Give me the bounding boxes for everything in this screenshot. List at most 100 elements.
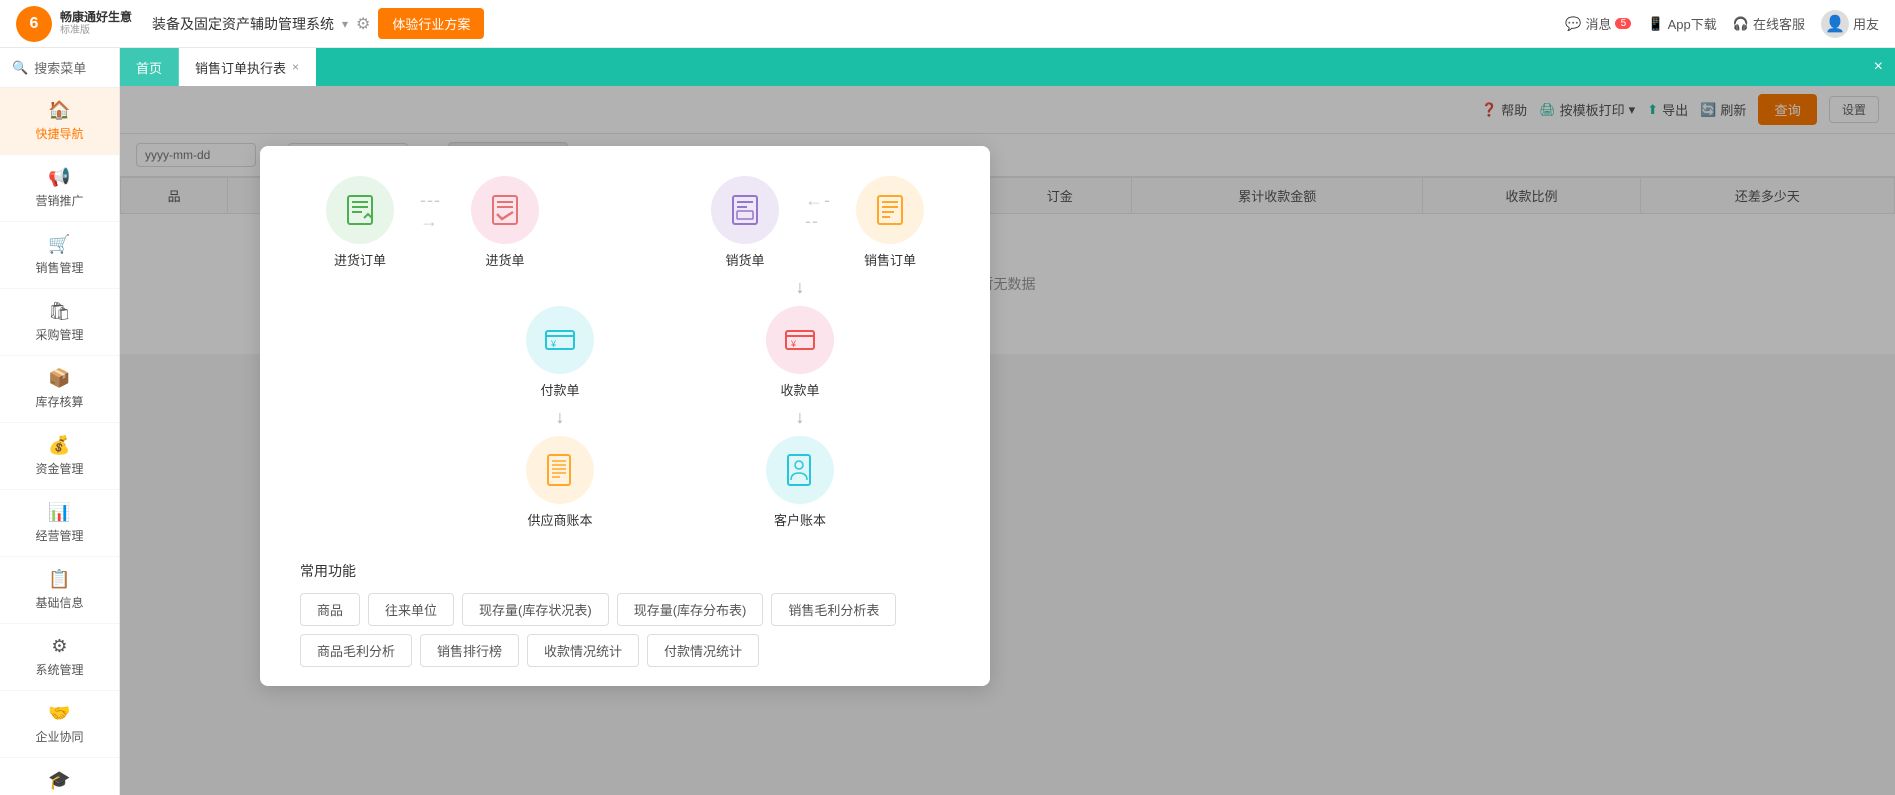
tab-close-icon[interactable]: ×: [292, 60, 299, 74]
func-btn-sales-ranking[interactable]: 销售排行榜: [420, 634, 519, 667]
purchase-bill-circle: [471, 176, 539, 244]
receipt-bill-circle: ¥: [766, 306, 834, 374]
sidebar-item-marketing[interactable]: 📢 营销推广: [0, 155, 119, 222]
func-btn-product-gross[interactable]: 商品毛利分析: [300, 634, 412, 667]
flow-arrows-down-1: ↓: [300, 277, 950, 298]
basic-info-icon: 📋: [48, 569, 70, 590]
logo-area: 6 畅康通好生意 标准版: [16, 6, 136, 42]
arrow-po-to-pb: - - - →: [420, 190, 445, 256]
user-avatar: 👤: [1821, 10, 1849, 38]
trial-button[interactable]: 体验行业方案: [378, 8, 484, 39]
func-btn-stock-dist[interactable]: 现存量(库存分布表): [617, 593, 764, 626]
flow-arrows-down-2: ↓ ↓: [300, 407, 950, 428]
sales-icon: 🛒: [48, 234, 70, 255]
func-btn-payment-stats[interactable]: 付款情况统计: [647, 634, 759, 667]
user-area[interactable]: 👤 用友: [1821, 10, 1879, 38]
common-functions: 常用功能 商品 往来单位 现存量(库存状况表) 现存量(库存分布表) 销售毛利分…: [300, 561, 950, 667]
message-badge: 5: [1615, 18, 1631, 29]
sales-order-icon: [872, 192, 908, 228]
quick-nav-icon: 🏠: [48, 100, 70, 121]
user-name: 用友: [1853, 14, 1879, 33]
func-btn-sales-gross[interactable]: 销售毛利分析表: [771, 593, 896, 626]
sidebar-item-purchase[interactable]: 🛍 采购管理: [0, 289, 119, 356]
modal-overlay: 进货订单 - - - →: [120, 86, 1895, 795]
tab-bar: 首页 销售订单执行表 × ×: [120, 48, 1895, 86]
sidebar-item-basic-info[interactable]: 📋 基础信息: [0, 557, 119, 624]
arrow-so-to-sb: ← - - -: [805, 190, 830, 256]
purchase-icon: 🛍: [48, 301, 71, 322]
tab-bar-close-icon[interactable]: ×: [1874, 58, 1883, 76]
message-icon: 💬: [1565, 16, 1581, 32]
func-btn-stock-status[interactable]: 现存量(库存状况表): [462, 593, 609, 626]
common-functions-title: 常用功能: [300, 561, 950, 581]
svg-text:¥: ¥: [550, 339, 557, 349]
app-download-button[interactable]: 📱 App下载: [1647, 14, 1716, 33]
supplier-ledger-label: 供应商账本: [527, 510, 592, 529]
receipt-bill-node[interactable]: ¥ 收款单: [740, 306, 860, 399]
system-title-area: 装备及固定资产辅助管理系统 ▾ ⚙ 体验行业方案: [152, 8, 1565, 39]
top-bar: 6 畅康通好生意 标准版 装备及固定资产辅助管理系统 ▾ ⚙ 体验行业方案 💬 …: [0, 0, 1895, 48]
online-service-button[interactable]: 🎧 在线客服: [1733, 14, 1805, 33]
payment-bill-label: 付款单: [540, 380, 579, 399]
svg-text:¥: ¥: [790, 339, 797, 349]
sidebar-item-newbie[interactable]: 🎓 新手引导: [0, 758, 119, 795]
sidebar-item-quick-nav[interactable]: 🏠 快捷导航: [0, 88, 119, 155]
sidebar-item-operations[interactable]: 📊 经营管理: [0, 490, 119, 557]
flow-row-3: 供应商账本: [300, 436, 950, 529]
search-menu[interactable]: 🔍 搜索菜单: [0, 48, 119, 88]
tab-home[interactable]: 首页: [120, 48, 179, 86]
purchase-order-label: 进货订单: [334, 250, 386, 269]
sales-bill-icon: [727, 192, 763, 228]
finance-icon: 💰: [48, 435, 70, 456]
page-content: ❓ 帮助 🖨 按模板打印 ▾ ⬆ 导出 🔄 刷新 查询 设置: [120, 86, 1895, 795]
arrow-down-rec: ↓: [740, 407, 860, 428]
func-btn-product[interactable]: 商品: [300, 593, 360, 626]
service-icon: 🎧: [1733, 16, 1749, 32]
purchase-bill-label: 进货单: [485, 250, 524, 269]
sidebar-item-inventory[interactable]: 📦 库存核算: [0, 356, 119, 423]
sidebar-item-sales[interactable]: 🛒 销售管理: [0, 222, 119, 289]
arrow-down-pay: ↓: [500, 407, 620, 428]
top-right: 💬 消息 5 📱 App下载 🎧 在线客服 👤 用友: [1565, 10, 1879, 38]
sidebar-item-sys-mgmt[interactable]: ⚙ 系统管理: [0, 624, 119, 691]
gear-icon[interactable]: ⚙: [356, 14, 370, 34]
supplier-ledger-icon: [542, 452, 578, 488]
purchase-bill-icon: [487, 192, 523, 228]
dropdown-arrow-icon[interactable]: ▾: [342, 17, 348, 31]
receipt-bill-label: 收款单: [780, 380, 819, 399]
purchase-bill-node[interactable]: 进货单: [445, 176, 565, 269]
func-btn-partners[interactable]: 往来单位: [368, 593, 454, 626]
sys-mgmt-icon: ⚙: [51, 636, 67, 657]
system-title: 装备及固定资产辅助管理系统: [152, 14, 334, 34]
operations-icon: 📊: [48, 502, 70, 523]
payment-bill-icon: ¥: [542, 322, 578, 358]
message-button[interactable]: 💬 消息 5: [1565, 14, 1631, 33]
purchase-order-circle: [326, 176, 394, 244]
sidebar-item-enterprise[interactable]: 🤝 企业协同: [0, 691, 119, 758]
tab-sales-order-exec[interactable]: 销售订单执行表 ×: [179, 48, 316, 86]
customer-ledger-icon: [782, 452, 818, 488]
sales-order-label: 销售订单: [864, 250, 916, 269]
search-icon: 🔍: [12, 60, 28, 76]
modal-body: 进货订单 - - - →: [260, 146, 990, 686]
sales-bill-label: 销货单: [725, 250, 764, 269]
supplier-ledger-node[interactable]: 供应商账本: [500, 436, 620, 529]
sidebar-item-finance[interactable]: 💰 资金管理: [0, 423, 119, 490]
sales-bill-node[interactable]: 销货单: [685, 176, 805, 269]
flow-row-2: ¥ 付款单: [300, 306, 950, 399]
customer-ledger-circle: [766, 436, 834, 504]
flow-diagram: 进货订单 - - - →: [300, 176, 950, 537]
enterprise-icon: 🤝: [48, 703, 70, 724]
logo-icon: 6: [16, 6, 52, 42]
func-btn-receipt-stats[interactable]: 收款情况统计: [527, 634, 639, 667]
purchase-order-node[interactable]: 进货订单: [300, 176, 420, 269]
marketing-icon: 📢: [48, 167, 70, 188]
customer-ledger-node[interactable]: 客户账本: [740, 436, 860, 529]
download-icon: 📱: [1647, 16, 1663, 32]
receipt-bill-icon: ¥: [782, 322, 818, 358]
sidebar: 🔍 搜索菜单 🏠 快捷导航 📢 营销推广 🛒 销售管理 🛍 采购管理 📦 库存核…: [0, 48, 120, 795]
payment-bill-node[interactable]: ¥ 付款单: [500, 306, 620, 399]
sales-order-circle: [856, 176, 924, 244]
sales-order-node[interactable]: 销售订单: [830, 176, 950, 269]
function-buttons: 商品 往来单位 现存量(库存状况表) 现存量(库存分布表) 销售毛利分析表 商品…: [300, 593, 950, 667]
